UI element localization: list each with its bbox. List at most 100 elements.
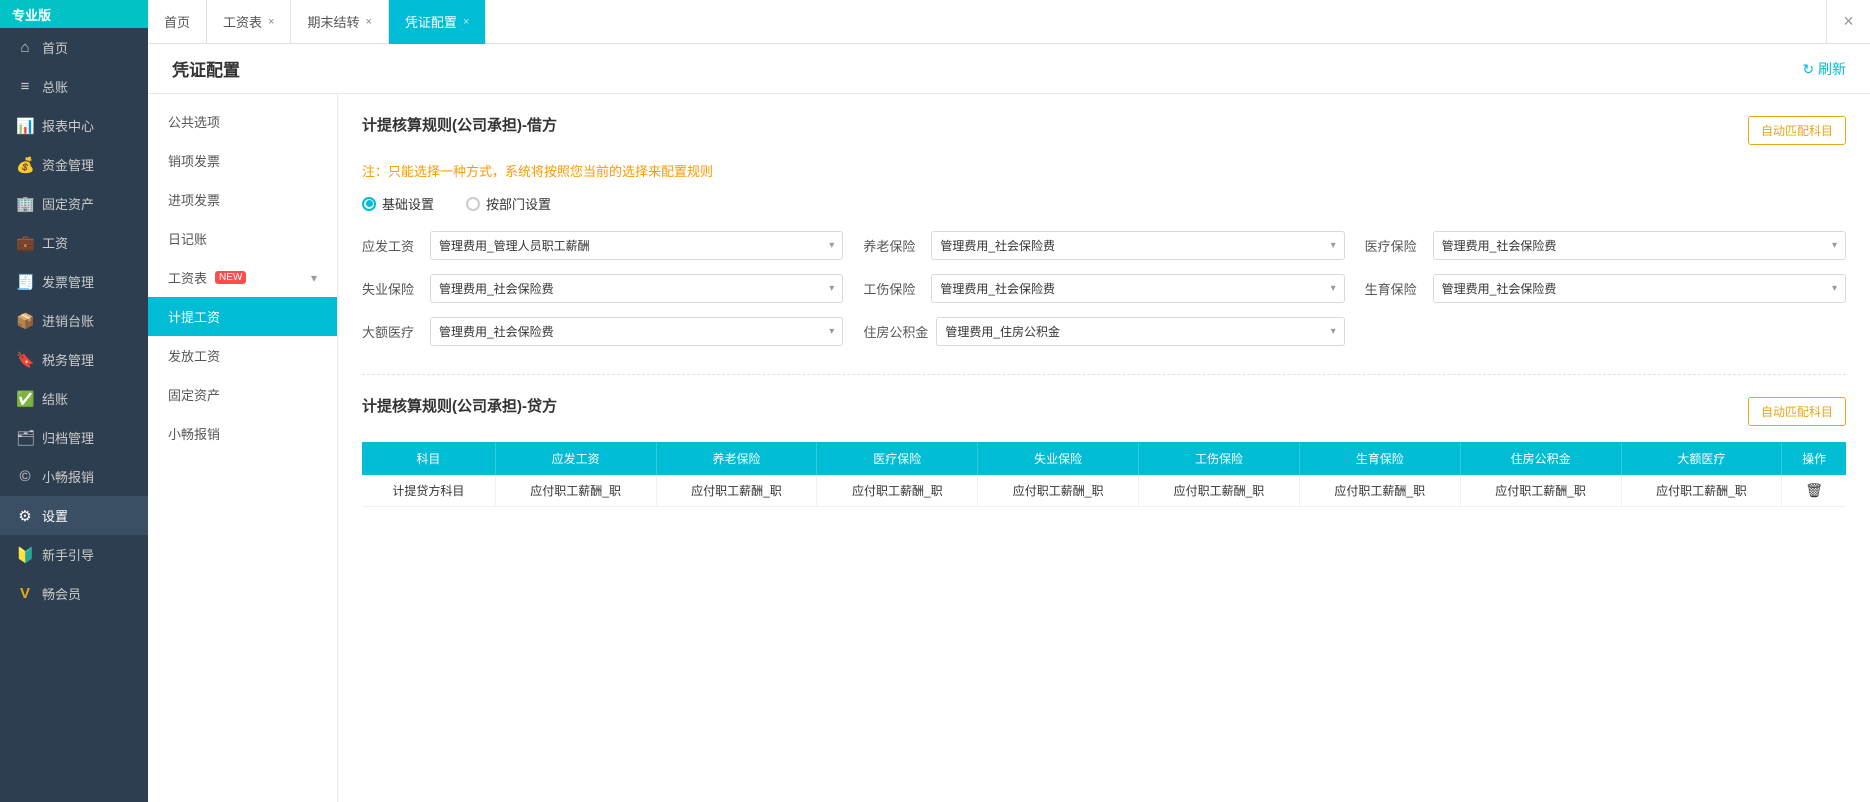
select-dae[interactable]: 管理费用_社会保险费 ▾	[430, 317, 843, 346]
th-yiliao: 医疗保险	[817, 442, 978, 475]
nav-calc-salary[interactable]: 计提工资	[148, 297, 337, 336]
debit-section-title: 计提核算规则(公司承担)-借方	[362, 114, 557, 135]
label-yingfa: 应发工资	[362, 236, 422, 255]
td-val-0[interactable]: 应付职工薪酬_职	[495, 475, 656, 507]
sidebar-item-home[interactable]: ⌂ 首页	[0, 28, 148, 67]
label-gjj: 住房公积金	[863, 322, 928, 341]
funds-icon: 💰	[16, 156, 34, 174]
topbar-close-button[interactable]: ×	[1826, 0, 1870, 44]
sidebar-item-vip[interactable]: V 畅会员	[0, 574, 148, 613]
right-content: 计提核算规则(公司承担)-借方 自动匹配科目 注：只能选择一种方式，系统将按照您…	[338, 94, 1870, 802]
tab-period-close-close[interactable]: ×	[365, 16, 371, 28]
credit-section-header: 计提核算规则(公司承担)-贷方 自动匹配科目	[362, 395, 1846, 428]
th-subject: 科目	[362, 442, 495, 475]
th-gongshang: 工伤保险	[1139, 442, 1300, 475]
tab-voucher-config-close[interactable]: ×	[463, 16, 469, 28]
sidebar-item-settings[interactable]: ⚙ 设置	[0, 496, 148, 535]
select-arrow-shengyu: ▾	[1832, 283, 1837, 294]
th-shengyu: 生育保险	[1299, 442, 1460, 475]
content-area: 公共选项 销项发票 进项发票 日记账 工资表 NEW ▾ 计提工资 发放工资	[148, 94, 1870, 802]
th-yingfa: 应发工资	[495, 442, 656, 475]
chevron-down-icon: ▾	[311, 271, 317, 285]
td-val-6[interactable]: 应付职工薪酬_职	[1460, 475, 1621, 507]
radio-basic[interactable]: 基础设置	[362, 194, 434, 213]
nav-sales-invoice[interactable]: 销项发票	[148, 141, 337, 180]
sidebar-item-ledger[interactable]: ≡ 总账	[0, 67, 148, 106]
radio-dept[interactable]: 按部门设置	[466, 194, 551, 213]
sales-icon: 📦	[16, 312, 34, 330]
select-yiliao[interactable]: 管理费用_社会保险费 ▾	[1433, 231, 1846, 260]
field-shengyu: 生育保险 管理费用_社会保险费 ▾	[1365, 274, 1846, 303]
settings-icon: ⚙	[16, 507, 34, 525]
refresh-icon[interactable]: ↻ 刷新	[1802, 59, 1846, 79]
td-val-1[interactable]: 应付职工薪酬_职	[656, 475, 817, 507]
sidebar-item-archive[interactable]: 🗂 归档管理	[0, 418, 148, 457]
credit-table: 科目 应发工资 养老保险 医疗保险 失业保险 工伤保险 生育保险 住房公积金 大…	[362, 442, 1846, 507]
select-arrow-shiye: ▾	[829, 283, 834, 294]
tab-home[interactable]: 首页	[148, 0, 207, 44]
debit-auto-match-button[interactable]: 自动匹配科目	[1748, 116, 1846, 145]
select-gjj[interactable]: 管理费用_住房公积金 ▾	[936, 317, 1344, 346]
nav-payroll-table[interactable]: 工资表 NEW ▾	[148, 258, 337, 297]
th-shiye: 失业保险	[978, 442, 1139, 475]
tab-payroll-close[interactable]: ×	[268, 16, 274, 28]
sidebar-item-fixed-assets[interactable]: 🏢 固定资产	[0, 184, 148, 223]
th-action: 操作	[1782, 442, 1846, 475]
tab-voucher-config[interactable]: 凭证配置 ×	[389, 0, 486, 44]
sidebar-item-xiaochang-report[interactable]: © 小畅报销	[0, 457, 148, 496]
td-action[interactable]: 🗑	[1782, 475, 1846, 507]
sidebar-item-settlement[interactable]: ✅ 结账	[0, 379, 148, 418]
debit-section-note: 注：只能选择一种方式，系统将按照您当前的选择来配置规则	[362, 161, 1846, 180]
sidebar: 专业版 ⌂ 首页 ≡ 总账 📊 报表中心 💰 资金管理 🏢 固定资产 💼 工资 …	[0, 0, 148, 802]
select-arrow-gongshang: ▾	[1331, 283, 1336, 294]
sidebar-item-guide[interactable]: 🔰 新手引导	[0, 535, 148, 574]
td-val-5[interactable]: 应付职工薪酬_职	[1299, 475, 1460, 507]
th-dae: 大额医疗	[1621, 442, 1782, 475]
radio-basic-inner	[366, 200, 373, 207]
th-yanglao: 养老保险	[656, 442, 817, 475]
tab-period-close[interactable]: 期末结转 ×	[291, 0, 388, 44]
select-arrow-dae: ▾	[829, 326, 834, 337]
debit-section-header: 计提核算规则(公司承担)-借方 自动匹配科目	[362, 114, 1846, 147]
table-header-row: 科目 应发工资 养老保险 医疗保险 失业保险 工伤保险 生育保险 住房公积金 大…	[362, 442, 1846, 475]
ledger-icon: ≡	[16, 78, 34, 95]
sidebar-item-tax[interactable]: 🔖 税务管理	[0, 340, 148, 379]
report-icon: ©	[16, 468, 34, 485]
reports-icon: 📊	[16, 117, 34, 135]
sidebar-item-invoice-mgmt[interactable]: 🧾 发票管理	[0, 262, 148, 301]
nav-issue-salary[interactable]: 发放工资	[148, 336, 337, 375]
new-badge: NEW	[215, 271, 246, 284]
sidebar-item-sales-ledger[interactable]: 📦 进销台账	[0, 301, 148, 340]
td-val-2[interactable]: 应付职工薪酬_职	[817, 475, 978, 507]
select-gongshang[interactable]: 管理费用_社会保险费 ▾	[931, 274, 1344, 303]
select-yingfa[interactable]: 管理费用_管理人员职工薪酬 ▾	[430, 231, 843, 260]
nav-purchase-invoice[interactable]: 进项发票	[148, 180, 337, 219]
page-title: 凭证配置	[172, 56, 240, 81]
select-yanglao[interactable]: 管理费用_社会保险费 ▾	[931, 231, 1344, 260]
label-yiliao: 医疗保险	[1365, 236, 1425, 255]
select-arrow-yiliao: ▾	[1832, 240, 1837, 251]
tax-icon: 🔖	[16, 351, 34, 369]
select-arrow-yanglao: ▾	[1331, 240, 1336, 251]
sidebar-item-reports[interactable]: 📊 报表中心	[0, 106, 148, 145]
td-val-4[interactable]: 应付职工薪酬_职	[1139, 475, 1300, 507]
label-shengyu: 生育保险	[1365, 279, 1425, 298]
label-dae: 大额医疗	[362, 322, 422, 341]
tab-payroll[interactable]: 工资表 ×	[207, 0, 291, 44]
credit-auto-match-button[interactable]: 自动匹配科目	[1748, 397, 1846, 426]
home-icon: ⌂	[16, 39, 34, 56]
td-val-7[interactable]: 应付职工薪酬_职	[1621, 475, 1782, 507]
select-shengyu[interactable]: 管理费用_社会保险费 ▾	[1433, 274, 1846, 303]
field-yingfa-gongzi: 应发工资 管理费用_管理人员职工薪酬 ▾	[362, 231, 843, 260]
nav-public-options[interactable]: 公共选项	[148, 102, 337, 141]
field-yiliao: 医疗保险 管理费用_社会保险费 ▾	[1365, 231, 1846, 260]
nav-fixed-assets[interactable]: 固定资产	[148, 375, 337, 414]
field-dae: 大额医疗 管理费用_社会保险费 ▾	[362, 317, 843, 346]
sidebar-item-salary[interactable]: 💼 工资	[0, 223, 148, 262]
select-shiye[interactable]: 管理费用_社会保险费 ▾	[430, 274, 843, 303]
nav-journal[interactable]: 日记账	[148, 219, 337, 258]
sidebar-item-funds[interactable]: 💰 资金管理	[0, 145, 148, 184]
td-val-3[interactable]: 应付职工薪酬_职	[978, 475, 1139, 507]
nav-xiaochang-reimb[interactable]: 小畅报销	[148, 414, 337, 453]
field-yanglao: 养老保险 管理费用_社会保险费 ▾	[863, 231, 1344, 260]
